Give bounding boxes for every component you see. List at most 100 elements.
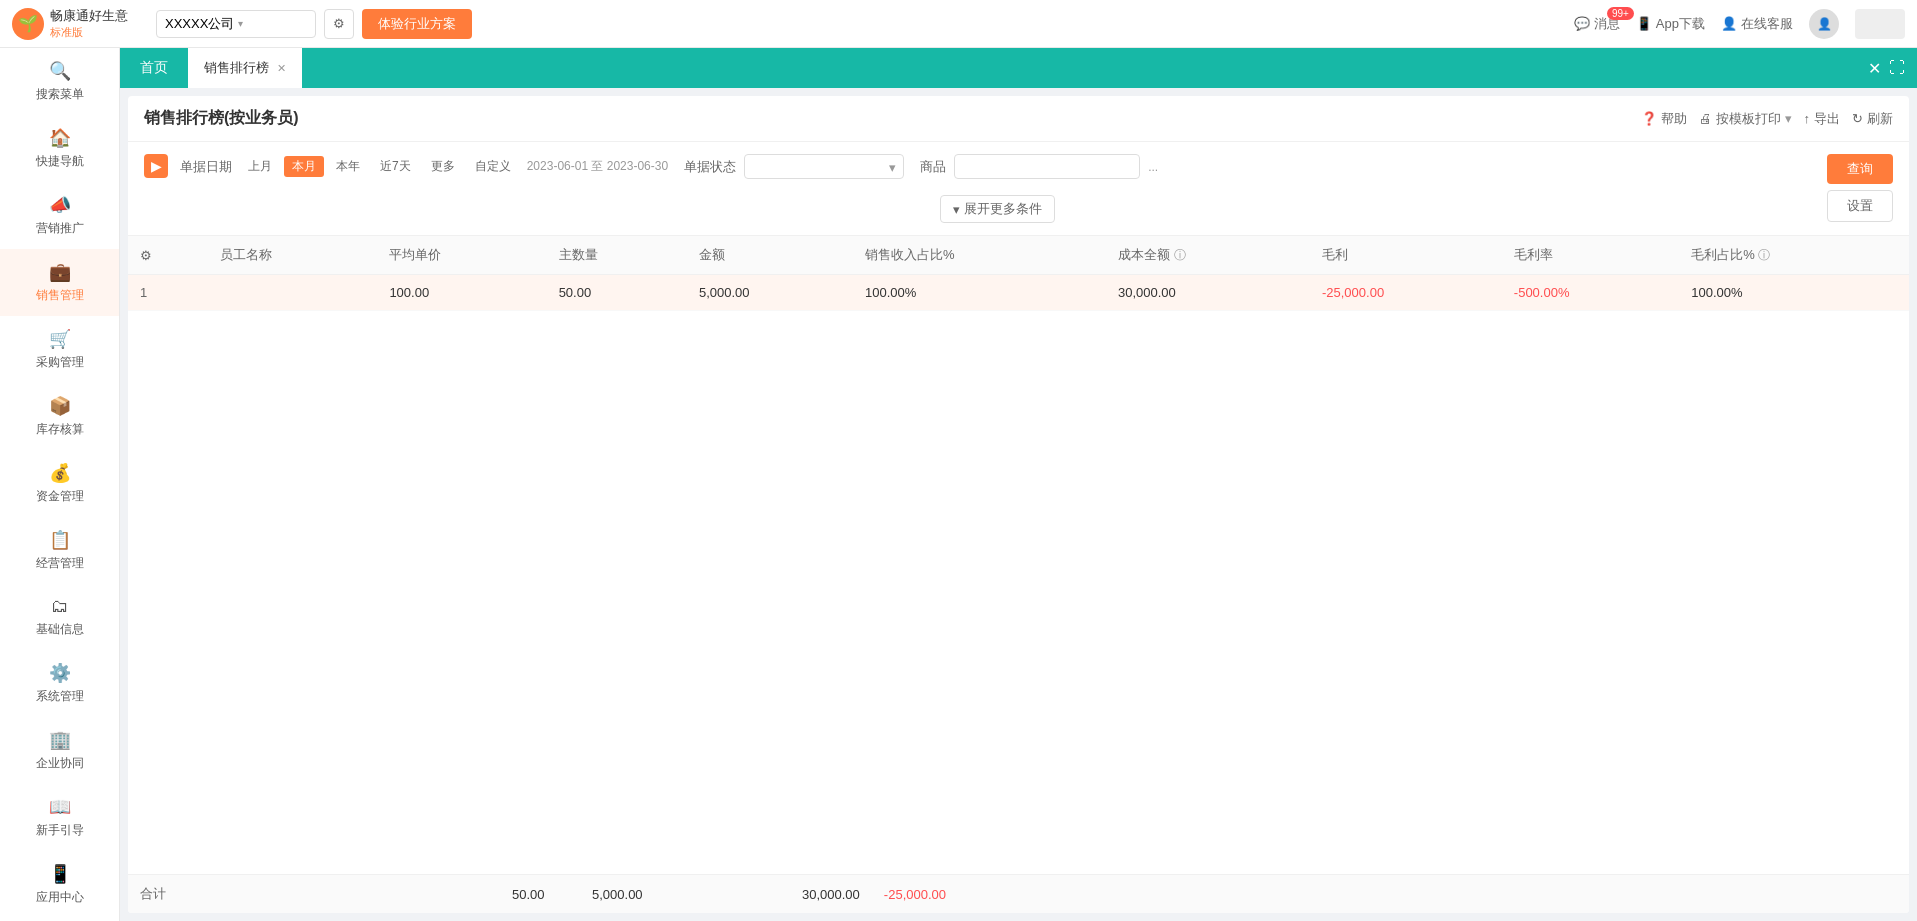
cell-sales-pct: 100.00% [853, 275, 1106, 311]
inventory-icon: 📦 [49, 395, 71, 417]
sidebar-label-marketing: 营销推广 [36, 220, 84, 237]
cell-avg-price: 100.00 [377, 275, 546, 311]
th-gross-rate: 毛利率 [1502, 236, 1679, 275]
sidebar-label-inventory: 库存核算 [36, 421, 84, 438]
settings-icon[interactable]: ⚙ [324, 9, 354, 39]
th-cost: 成本全额 ⓘ [1106, 236, 1310, 275]
sidebar-item-guide[interactable]: 📖 新手引导 [0, 784, 119, 851]
goods-filter: 商品 ... [920, 154, 1158, 179]
sidebar-item-app-center[interactable]: 📱 应用中心 [0, 851, 119, 918]
online-service-area[interactable]: 👤 在线客服 [1721, 15, 1793, 33]
sidebar-item-inventory[interactable]: 📦 库存核算 [0, 383, 119, 450]
finance-icon: 💰 [49, 462, 71, 484]
company-name: XXXXX公司 [165, 15, 234, 33]
date-opt-current-year[interactable]: 本年 [328, 156, 368, 177]
tab-close-all-icon[interactable]: ✕ [1868, 59, 1881, 78]
sidebar-label-sales: 销售管理 [36, 287, 84, 304]
cell-gross-pct: 100.00% [1679, 275, 1909, 311]
cell-amount: 5,000.00 [687, 275, 853, 311]
basic-info-icon: 🗂 [51, 596, 69, 617]
filter-expand-row: ▾ 展开更多条件 [180, 187, 1815, 223]
date-opt-7days[interactable]: 近7天 [372, 156, 419, 177]
top-bar-right: 💬 消息 99+ 📱 App下载 👤 在线客服 👤 [1574, 9, 1905, 39]
date-opt-custom[interactable]: 自定义 [467, 156, 519, 177]
app-download-area[interactable]: 📱 App下载 [1636, 15, 1705, 33]
top-bar-left: 🌱 畅康通好生意 标准版 XXXXX公司 ▾ ⚙ 体验行业方案 [12, 8, 472, 40]
enterprise-icon: 🏢 [49, 729, 71, 751]
table-header: ⚙ 员工名称 平均单价 主数量 金额 销售收入占比% 成本全额 ⓘ 毛利 毛利率 [128, 236, 1909, 275]
cell-employee [208, 275, 377, 311]
sidebar-item-search[interactable]: 🔍 搜索菜单 [0, 48, 119, 115]
download-icon: 📱 [1636, 16, 1652, 31]
message-area[interactable]: 💬 消息 99+ [1574, 15, 1620, 33]
app-logo-icon: 🌱 [12, 8, 44, 40]
sidebar-item-sales[interactable]: 💼 销售管理 [0, 249, 119, 316]
expand-button[interactable]: ▾ 展开更多条件 [940, 195, 1055, 223]
cell-gross: -25,000.00 [1310, 275, 1502, 311]
purchase-icon: 🛒 [49, 328, 71, 350]
date-opt-current-month[interactable]: 本月 [284, 156, 324, 177]
sidebar-item-purchase[interactable]: 🛒 采购管理 [0, 316, 119, 383]
search-icon: 🔍 [49, 60, 71, 82]
print-link[interactable]: 🖨 按模板打印 ▾ [1699, 110, 1792, 128]
table-footer: 合计 50.00 5,000.00 30,000.00 -25,000.00 [128, 874, 1909, 913]
operations-icon: 📋 [49, 529, 71, 551]
tab-close-icon[interactable]: ✕ [277, 62, 286, 75]
sidebar-item-basic-info[interactable]: 🗂 基础信息 [0, 584, 119, 650]
trial-button[interactable]: 体验行业方案 [362, 9, 472, 39]
company-selector[interactable]: XXXXX公司 ▾ [156, 10, 316, 38]
filter-row-1: 单据日期 上月 本月 本年 近7天 更多 自定义 2023-06-01 至 20… [180, 154, 1815, 179]
sidebar-item-quick-nav[interactable]: 🏠 快捷导航 [0, 115, 119, 182]
data-table: ⚙ 员工名称 平均单价 主数量 金额 销售收入占比% 成本全额 ⓘ 毛利 毛利率 [128, 236, 1909, 311]
date-opt-prev-month[interactable]: 上月 [240, 156, 280, 177]
status-select[interactable] [744, 154, 904, 179]
page-header: 销售排行榜(按业务员) ❓ 帮助 🖨 按模板打印 ▾ ↑ 导出 [128, 96, 1909, 142]
system-icon: ⚙️ [49, 662, 71, 684]
sidebar-item-marketing[interactable]: 📣 营销推广 [0, 182, 119, 249]
sidebar-item-finance[interactable]: 💰 资金管理 [0, 450, 119, 517]
table-body: 1 100.00 50.00 5,000.00 100.00% 30,000.0… [128, 275, 1909, 311]
th-employee: 员工名称 [208, 236, 377, 275]
logo-area: 🌱 畅康通好生意 标准版 [12, 8, 128, 40]
sidebar-label-finance: 资金管理 [36, 488, 84, 505]
print-dropdown-icon: ▾ [1785, 111, 1792, 126]
footer-amount-val: 5,000.00 [580, 887, 660, 902]
filter-settings-button[interactable]: 设置 [1827, 190, 1893, 222]
status-filter-label: 单据状态 [684, 158, 736, 176]
tab-sales-ranking[interactable]: 销售排行榜 ✕ [188, 48, 302, 88]
sidebar-label-enterprise: 企业协同 [36, 755, 84, 772]
sidebar-item-system[interactable]: ⚙️ 系统管理 [0, 650, 119, 717]
page-title: 销售排行榜(按业务员) [144, 108, 299, 129]
sidebar-item-operations[interactable]: 📋 经营管理 [0, 517, 119, 584]
cell-cost: 30,000.00 [1106, 275, 1310, 311]
gross-pct-info-icon[interactable]: ⓘ [1758, 248, 1770, 262]
status-filter: 单据状态 [684, 154, 904, 179]
footer-values: 50.00 5,000.00 30,000.00 -25,000.00 [220, 887, 1897, 902]
help-link[interactable]: ❓ 帮助 [1641, 110, 1687, 128]
sidebar-items: 🔍 搜索菜单 🏠 快捷导航 📣 营销推广 💼 销售管理 🛒 采购管理 📦 库存核… [0, 48, 119, 921]
tab-home[interactable]: 首页 [120, 48, 188, 88]
status-select-wrapper [744, 154, 904, 179]
th-settings[interactable]: ⚙ [128, 236, 208, 275]
table-area: ⚙ 员工名称 平均单价 主数量 金额 销售收入占比% 成本全额 ⓘ 毛利 毛利率 [128, 236, 1909, 874]
message-icon: 💬 [1574, 16, 1590, 31]
user-name[interactable] [1855, 9, 1905, 39]
help-icon: ❓ [1641, 111, 1657, 126]
more-options-link[interactable]: ... [1148, 160, 1158, 174]
query-button[interactable]: 查询 [1827, 154, 1893, 184]
footer-qty-val: 50.00 [500, 887, 580, 902]
goods-input[interactable] [954, 154, 1140, 179]
app-center-icon: 📱 [49, 863, 71, 885]
filter-action-buttons: 查询 设置 [1827, 154, 1893, 222]
filter-toggle-button[interactable]: ▶ [144, 154, 168, 178]
date-opt-more[interactable]: 更多 [423, 156, 463, 177]
message-badge: 99+ [1607, 7, 1634, 20]
export-button[interactable]: ↑ 导出 [1804, 110, 1841, 128]
sidebar-label-quick-nav: 快捷导航 [36, 153, 84, 170]
sidebar-label-basic-info: 基础信息 [36, 621, 84, 638]
refresh-button[interactable]: ↻ 刷新 [1852, 110, 1893, 128]
avatar[interactable]: 👤 [1809, 9, 1839, 39]
sidebar-item-enterprise[interactable]: 🏢 企业协同 [0, 717, 119, 784]
cost-info-icon[interactable]: ⓘ [1174, 248, 1186, 262]
tab-fullscreen-icon[interactable]: ⛶ [1889, 59, 1905, 77]
